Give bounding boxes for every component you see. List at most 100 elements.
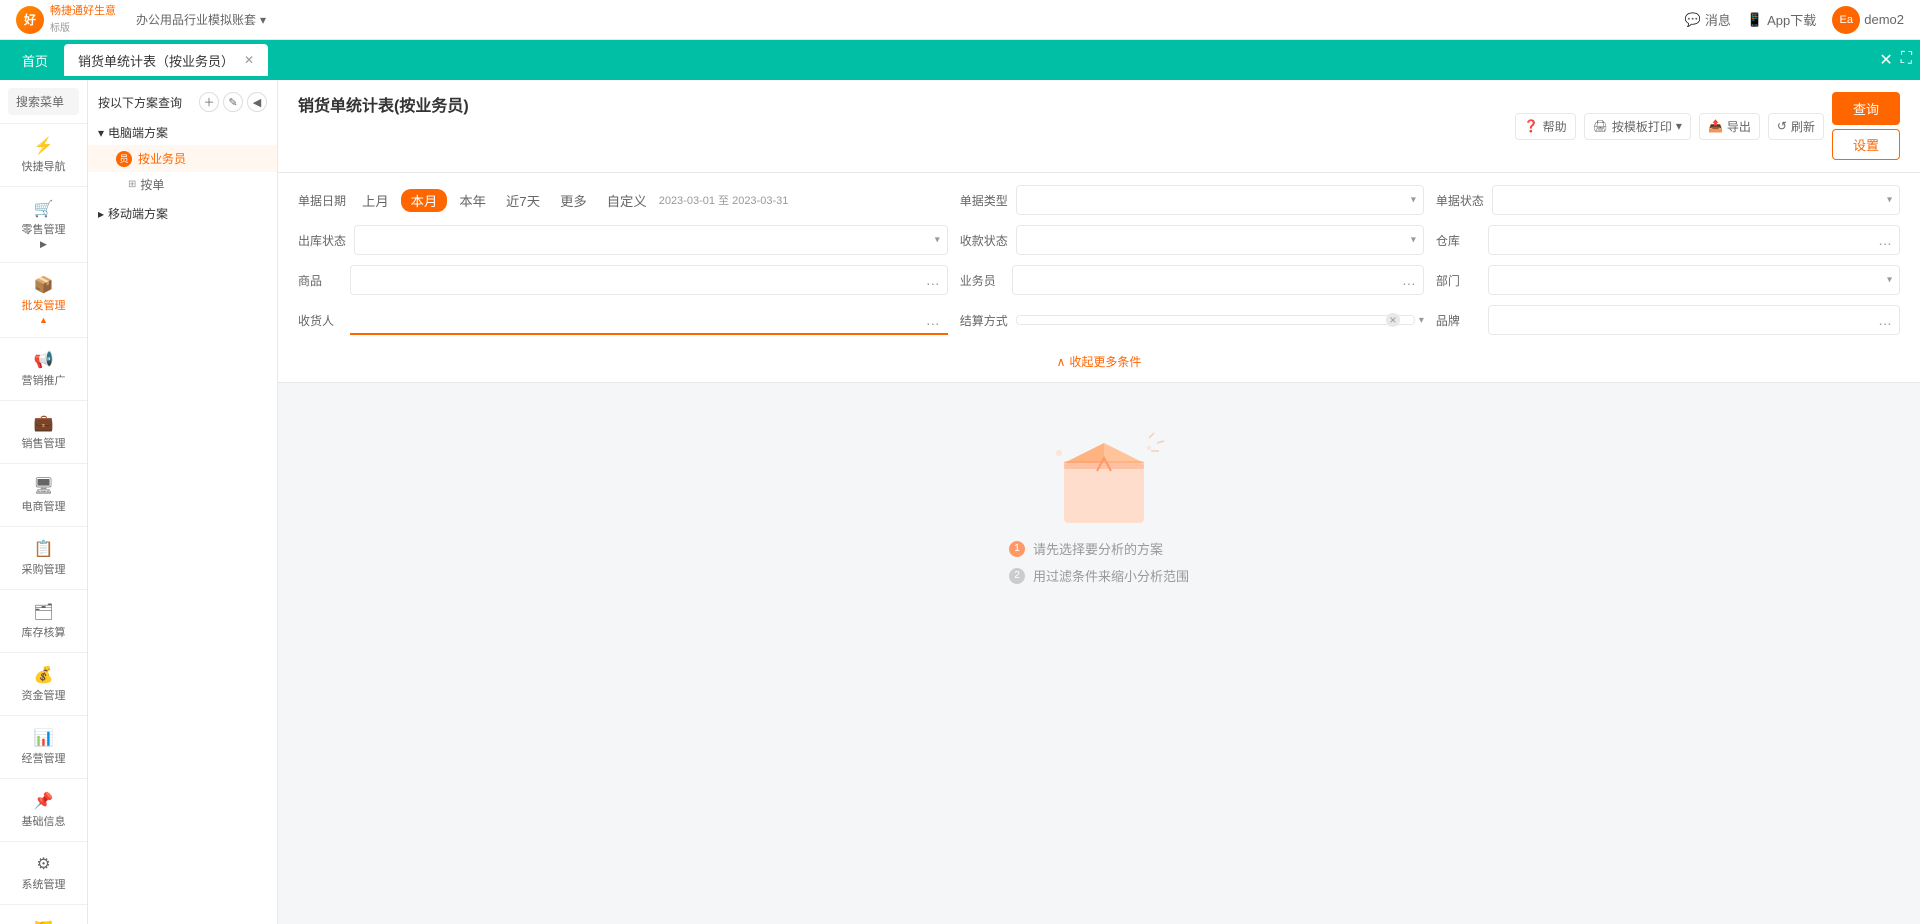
filter-item-department: 部门 [1436, 265, 1900, 295]
scheme-group-mobile: ▸ 移动端方案 [88, 201, 277, 226]
goods-input[interactable] [350, 265, 948, 295]
search-menu-button[interactable]: 搜索菜单 [8, 88, 79, 115]
department-select[interactable] [1488, 265, 1900, 295]
sidebar-item-operation[interactable]: 📊 经营管理 [0, 720, 87, 774]
empty-svg [1039, 423, 1169, 533]
right-actions: 查询 设置 [1832, 92, 1900, 160]
sidebar-nav-group-sales: 💼 销售管理 [0, 401, 87, 464]
doctype-select[interactable] [1016, 185, 1424, 215]
filter-item-settlement: 结算方式 × ▾ [960, 312, 1424, 329]
sidebar-quick-nav: ⚡ 快捷导航 [0, 124, 87, 187]
scheme-group-mobile-header[interactable]: ▸ 移动端方案 [88, 201, 277, 226]
brand-input[interactable] [1488, 305, 1900, 335]
app-download-button[interactable]: 📱 App下载 [1747, 10, 1816, 29]
sidebar-nav-group-purchase: 📋 采购管理 [0, 527, 87, 590]
tab-home[interactable]: 首页 [8, 44, 62, 76]
expand-window-icon[interactable]: ⛶ [1901, 50, 1912, 70]
avatar: Ea [1832, 6, 1860, 34]
close-window-icon[interactable]: ✕ [1879, 50, 1892, 70]
filter-row-2: 出库状态 收款状态 [298, 225, 1900, 255]
tab-close-icon[interactable]: ✕ [244, 53, 254, 67]
ecommerce-icon: 🖥 [33, 476, 53, 496]
logo-area: 好 畅捷通好生意 标版 [16, 5, 116, 33]
chevron-right-icon: ▶ [40, 239, 47, 250]
filter-control-doctype [1016, 185, 1424, 215]
filter-item-goods: 商品 … [298, 265, 948, 295]
date-btn-lastmonth[interactable]: 上月 [354, 189, 397, 212]
step1-dot: 1 [1009, 541, 1025, 557]
scheme-panel-header: 按以下方案查询 ＋ ✎ ◀ [88, 88, 277, 116]
sidebar: 搜索菜单 ⚡ 快捷导航 🛒 零售管理 ▶ 📦 批发管理 ▲ 📢 [0, 80, 88, 924]
empty-illustration [1039, 423, 1159, 523]
scheme-add-button[interactable]: ＋ [199, 92, 219, 112]
date-btn-more[interactable]: 更多 [552, 189, 595, 212]
template-print-button[interactable]: 🖨 按模板打印 ▾ [1584, 113, 1691, 140]
export-button[interactable]: 📤 导出 [1699, 113, 1760, 140]
filter-item-date: 单据日期 上月 本月 本年 近7天 更多 自定义 2023-03-01 至 20… [298, 189, 948, 212]
operation-icon: 📊 [34, 728, 54, 748]
tab-bar: 首页 销货单统计表（按业务员） ✕ ✕ ⛶ [0, 40, 1920, 80]
refresh-icon: ↺ [1777, 119, 1787, 133]
query-button[interactable]: 查询 [1832, 92, 1900, 125]
warehouse-input[interactable] [1488, 225, 1900, 255]
docstatus-select[interactable] [1492, 185, 1900, 215]
outstatus-select[interactable] [354, 225, 948, 255]
header-right: 💬 消息 📱 App下载 Ea demo2 [1685, 6, 1904, 34]
message-button[interactable]: 💬 消息 [1685, 10, 1731, 29]
header-left: 好 畅捷通好生意 标版 办公用品行业模拟账套 ▾ [16, 5, 266, 33]
filter-item-outstatus: 出库状态 [298, 225, 948, 255]
chevron-down-icon: ▾ [260, 13, 266, 27]
scheme-edit-button[interactable]: ✎ [223, 92, 243, 112]
filter-control-outstatus [354, 225, 948, 255]
print-icon: 🖨 [1593, 119, 1608, 133]
sidebar-search-area: 搜索菜单 [0, 80, 87, 124]
sidebar-item-finance[interactable]: 💰 资金管理 [0, 657, 87, 711]
receiptstatus-select[interactable] [1016, 225, 1424, 255]
app-selector[interactable]: 办公用品行业模拟账套 ▾ [136, 11, 266, 28]
scheme-sub-item-by-order[interactable]: ⊞ 按单 [88, 172, 277, 197]
filter-row-4: 收货人 … 结算方式 × ▾ 品牌 [298, 305, 1900, 335]
sidebar-item-basic[interactable]: 📌 基础信息 [0, 783, 87, 837]
filter-control-receiver: … [350, 305, 948, 335]
filter-row-3: 商品 … 业务员 … 部门 [298, 265, 1900, 295]
sidebar-item-purchase[interactable]: 📋 采购管理 [0, 531, 87, 585]
sidebar-nav-group-ecommerce: 🖥 电商管理 [0, 464, 87, 527]
filter-item-warehouse: 仓库 … [1436, 225, 1900, 255]
user-menu[interactable]: Ea demo2 [1832, 6, 1904, 34]
sidebar-item-ecommerce[interactable]: 🖥 电商管理 [0, 468, 87, 522]
sidebar-item-retail[interactable]: 🛒 零售管理 ▶ [0, 191, 87, 258]
sidebar-item-corp[interactable]: 🤝 企业协同 [0, 909, 87, 924]
date-btn-thismonth[interactable]: 本月 [401, 189, 448, 212]
main-layout: 搜索菜单 ⚡ 快捷导航 🛒 零售管理 ▶ 📦 批发管理 ▲ 📢 [0, 80, 1920, 924]
empty-state: 1 请先选择要分析的方案 2 用过滤条件来缩小分析范围 [278, 383, 1920, 625]
help-button[interactable]: ❓ 帮助 [1515, 113, 1576, 140]
logo-icon: 好 [16, 6, 44, 34]
date-btn-custom[interactable]: 自定义 [599, 189, 655, 212]
sidebar-item-marketing[interactable]: 📢 营销推广 [0, 342, 87, 396]
filter-control-salesperson: … [1012, 265, 1424, 295]
settlement-clear-icon[interactable]: × [1386, 313, 1400, 327]
scheme-item-by-salesperson[interactable]: 员 按业务员 [88, 145, 277, 172]
sidebar-item-system[interactable]: ⚙ 系统管理 [0, 846, 87, 900]
scheme-group-desktop: ▾ 电脑端方案 员 按业务员 ⊞ 按单 [88, 120, 277, 197]
settings-button[interactable]: 设置 [1832, 129, 1900, 160]
sidebar-item-wholesale[interactable]: 📦 批发管理 ▲ [0, 267, 87, 333]
refresh-button[interactable]: ↺ 刷新 [1768, 113, 1824, 140]
collapse-more-button[interactable]: ∧ 收起更多条件 [298, 345, 1900, 370]
tab-sales-stats[interactable]: 销货单统计表（按业务员） ✕ [64, 44, 268, 76]
receiver-input[interactable] [350, 305, 948, 335]
sidebar-item-sales[interactable]: 💼 销售管理 [0, 405, 87, 459]
sidebar-nav-group-system: ⚙ 系统管理 [0, 842, 87, 905]
scheme-collapse-button[interactable]: ◀ [247, 92, 267, 112]
corp-icon: 🤝 [34, 917, 54, 924]
empty-step-1: 1 请先选择要分析的方案 [1009, 539, 1189, 558]
date-btn-last7days[interactable]: 近7天 [498, 189, 548, 212]
sidebar-nav-group-wholesale: 📦 批发管理 ▲ [0, 263, 87, 338]
sidebar-nav-group-retail: 🛒 零售管理 ▶ [0, 187, 87, 263]
salesperson-input[interactable] [1012, 265, 1424, 295]
retail-icon: 🛒 [34, 199, 54, 219]
date-btn-thisyear[interactable]: 本年 [451, 189, 494, 212]
scheme-group-desktop-header[interactable]: ▾ 电脑端方案 [88, 120, 277, 145]
sidebar-item-quick-nav[interactable]: ⚡ 快捷导航 [0, 128, 87, 182]
sidebar-item-inventory[interactable]: 🗂 库存核算 [0, 594, 87, 648]
